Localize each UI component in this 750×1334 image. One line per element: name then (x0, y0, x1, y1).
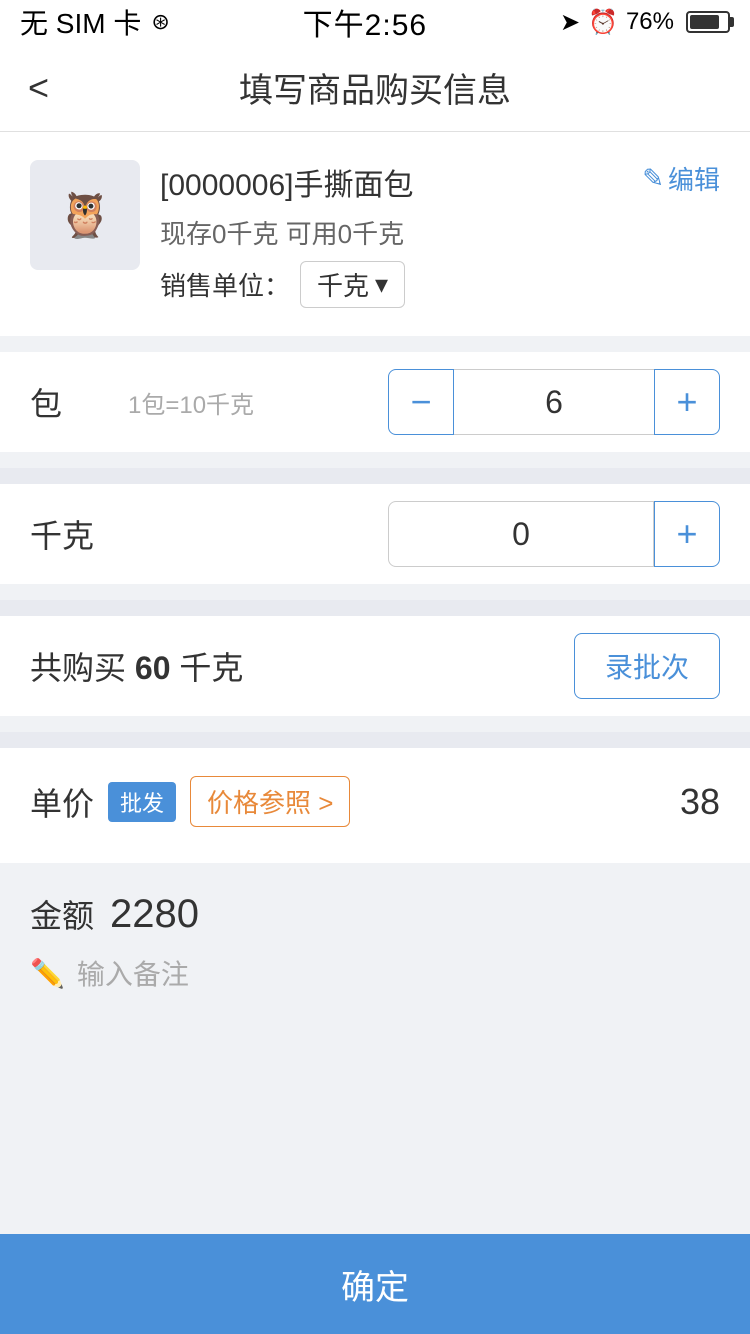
product-info: [0000006]手撕面包 ✎ 编辑 现存0千克 可用0千克 销售单位： 千克 … (160, 160, 720, 308)
divider-3 (0, 732, 750, 748)
price-left: 单价 批发 价格参照 > (30, 776, 350, 827)
status-time: 下午2:56 (303, 0, 427, 44)
carrier-text: 无 SIM 卡 (20, 2, 141, 42)
price-label: 单价 (30, 779, 94, 825)
unit-dropdown[interactable]: 千克 ▾ (300, 261, 405, 308)
product-name: [0000006]手撕面包 (160, 160, 642, 204)
price-ref-button[interactable]: 价格参照 > (190, 776, 350, 827)
battery-icon (686, 11, 730, 33)
divider-1 (0, 468, 750, 484)
remark-placeholder: 输入备注 (77, 953, 189, 993)
status-bar: 无 SIM 卡 ⊛ 下午2:56 ➤ ⏰ 76% (0, 0, 750, 44)
product-image: 🦉 (30, 160, 140, 270)
amount-row: 金额 2280 (30, 891, 720, 937)
unit-value: 千克 (317, 266, 369, 303)
kg-controls: + (388, 501, 720, 567)
bao-plus-button[interactable]: + (654, 369, 720, 435)
spacer (0, 1021, 750, 1234)
kg-input-section: 千克 + (0, 484, 750, 584)
price-row: 单价 批发 价格参照 > 38 (30, 776, 720, 827)
record-batch-button[interactable]: 录批次 (574, 633, 720, 699)
total-row: 共购买 60 千克 录批次 (0, 616, 750, 716)
unit-label: 销售单位： (160, 266, 290, 303)
kg-plus-button[interactable]: + (654, 501, 720, 567)
page-title: 填写商品购买信息 (239, 63, 511, 112)
pencil-icon: ✏️ (30, 957, 65, 990)
bao-input-section: 包 1包=10千克 − + (0, 352, 750, 452)
kg-input[interactable] (388, 501, 654, 567)
wifi-icon: ⊛ (151, 9, 169, 35)
product-logo-icon: 🦉 (58, 189, 113, 241)
bao-input[interactable] (454, 369, 654, 435)
total-text: 共购买 60 千克 (30, 643, 243, 689)
kg-label: 千克 (30, 511, 120, 557)
bao-controls: − + (388, 369, 720, 435)
status-carrier: 无 SIM 卡 ⊛ (20, 2, 170, 42)
amount-section: 金额 2280 ✏️ 输入备注 (0, 863, 750, 1021)
total-amount: 60 (135, 650, 171, 686)
product-unit-row: 销售单位： 千克 ▾ (160, 261, 720, 308)
confirm-button[interactable]: 确定 (0, 1234, 750, 1334)
amount-value: 2280 (110, 892, 199, 937)
kg-row: 千克 + (0, 484, 750, 584)
alarm-icon: ⏰ (588, 8, 618, 37)
product-name-row: [0000006]手撕面包 ✎ 编辑 (160, 160, 720, 204)
bao-hint: 1包=10千克 (128, 385, 388, 420)
location-icon: ➤ (560, 8, 580, 37)
battery-percent: 76% (626, 8, 674, 36)
price-value: 38 (680, 781, 720, 823)
edit-label: 编辑 (668, 160, 720, 197)
edit-icon: ✎ (642, 163, 664, 194)
batch-tag: 批发 (108, 782, 176, 822)
product-stock: 现存0千克 可用0千克 (160, 214, 720, 251)
remark-row[interactable]: ✏️ 输入备注 (30, 953, 720, 993)
edit-button[interactable]: ✎ 编辑 (642, 160, 720, 197)
content: 🦉 [0000006]手撕面包 ✎ 编辑 现存0千克 可用0千克 销售单位： 千… (0, 132, 750, 1234)
bao-label: 包 (30, 379, 120, 425)
chevron-down-icon: ▾ (375, 269, 388, 300)
status-right: ➤ ⏰ 76% (560, 8, 730, 37)
divider-2 (0, 600, 750, 616)
back-button[interactable]: < (28, 67, 49, 109)
bao-row: 包 1包=10千克 − + (0, 352, 750, 452)
price-section: 单价 批发 价格参照 > 38 (0, 748, 750, 863)
product-card: 🦉 [0000006]手撕面包 ✎ 编辑 现存0千克 可用0千克 销售单位： 千… (0, 132, 750, 336)
bao-minus-button[interactable]: − (388, 369, 454, 435)
nav-bar: < 填写商品购买信息 (0, 44, 750, 132)
amount-label: 金额 (30, 891, 94, 937)
